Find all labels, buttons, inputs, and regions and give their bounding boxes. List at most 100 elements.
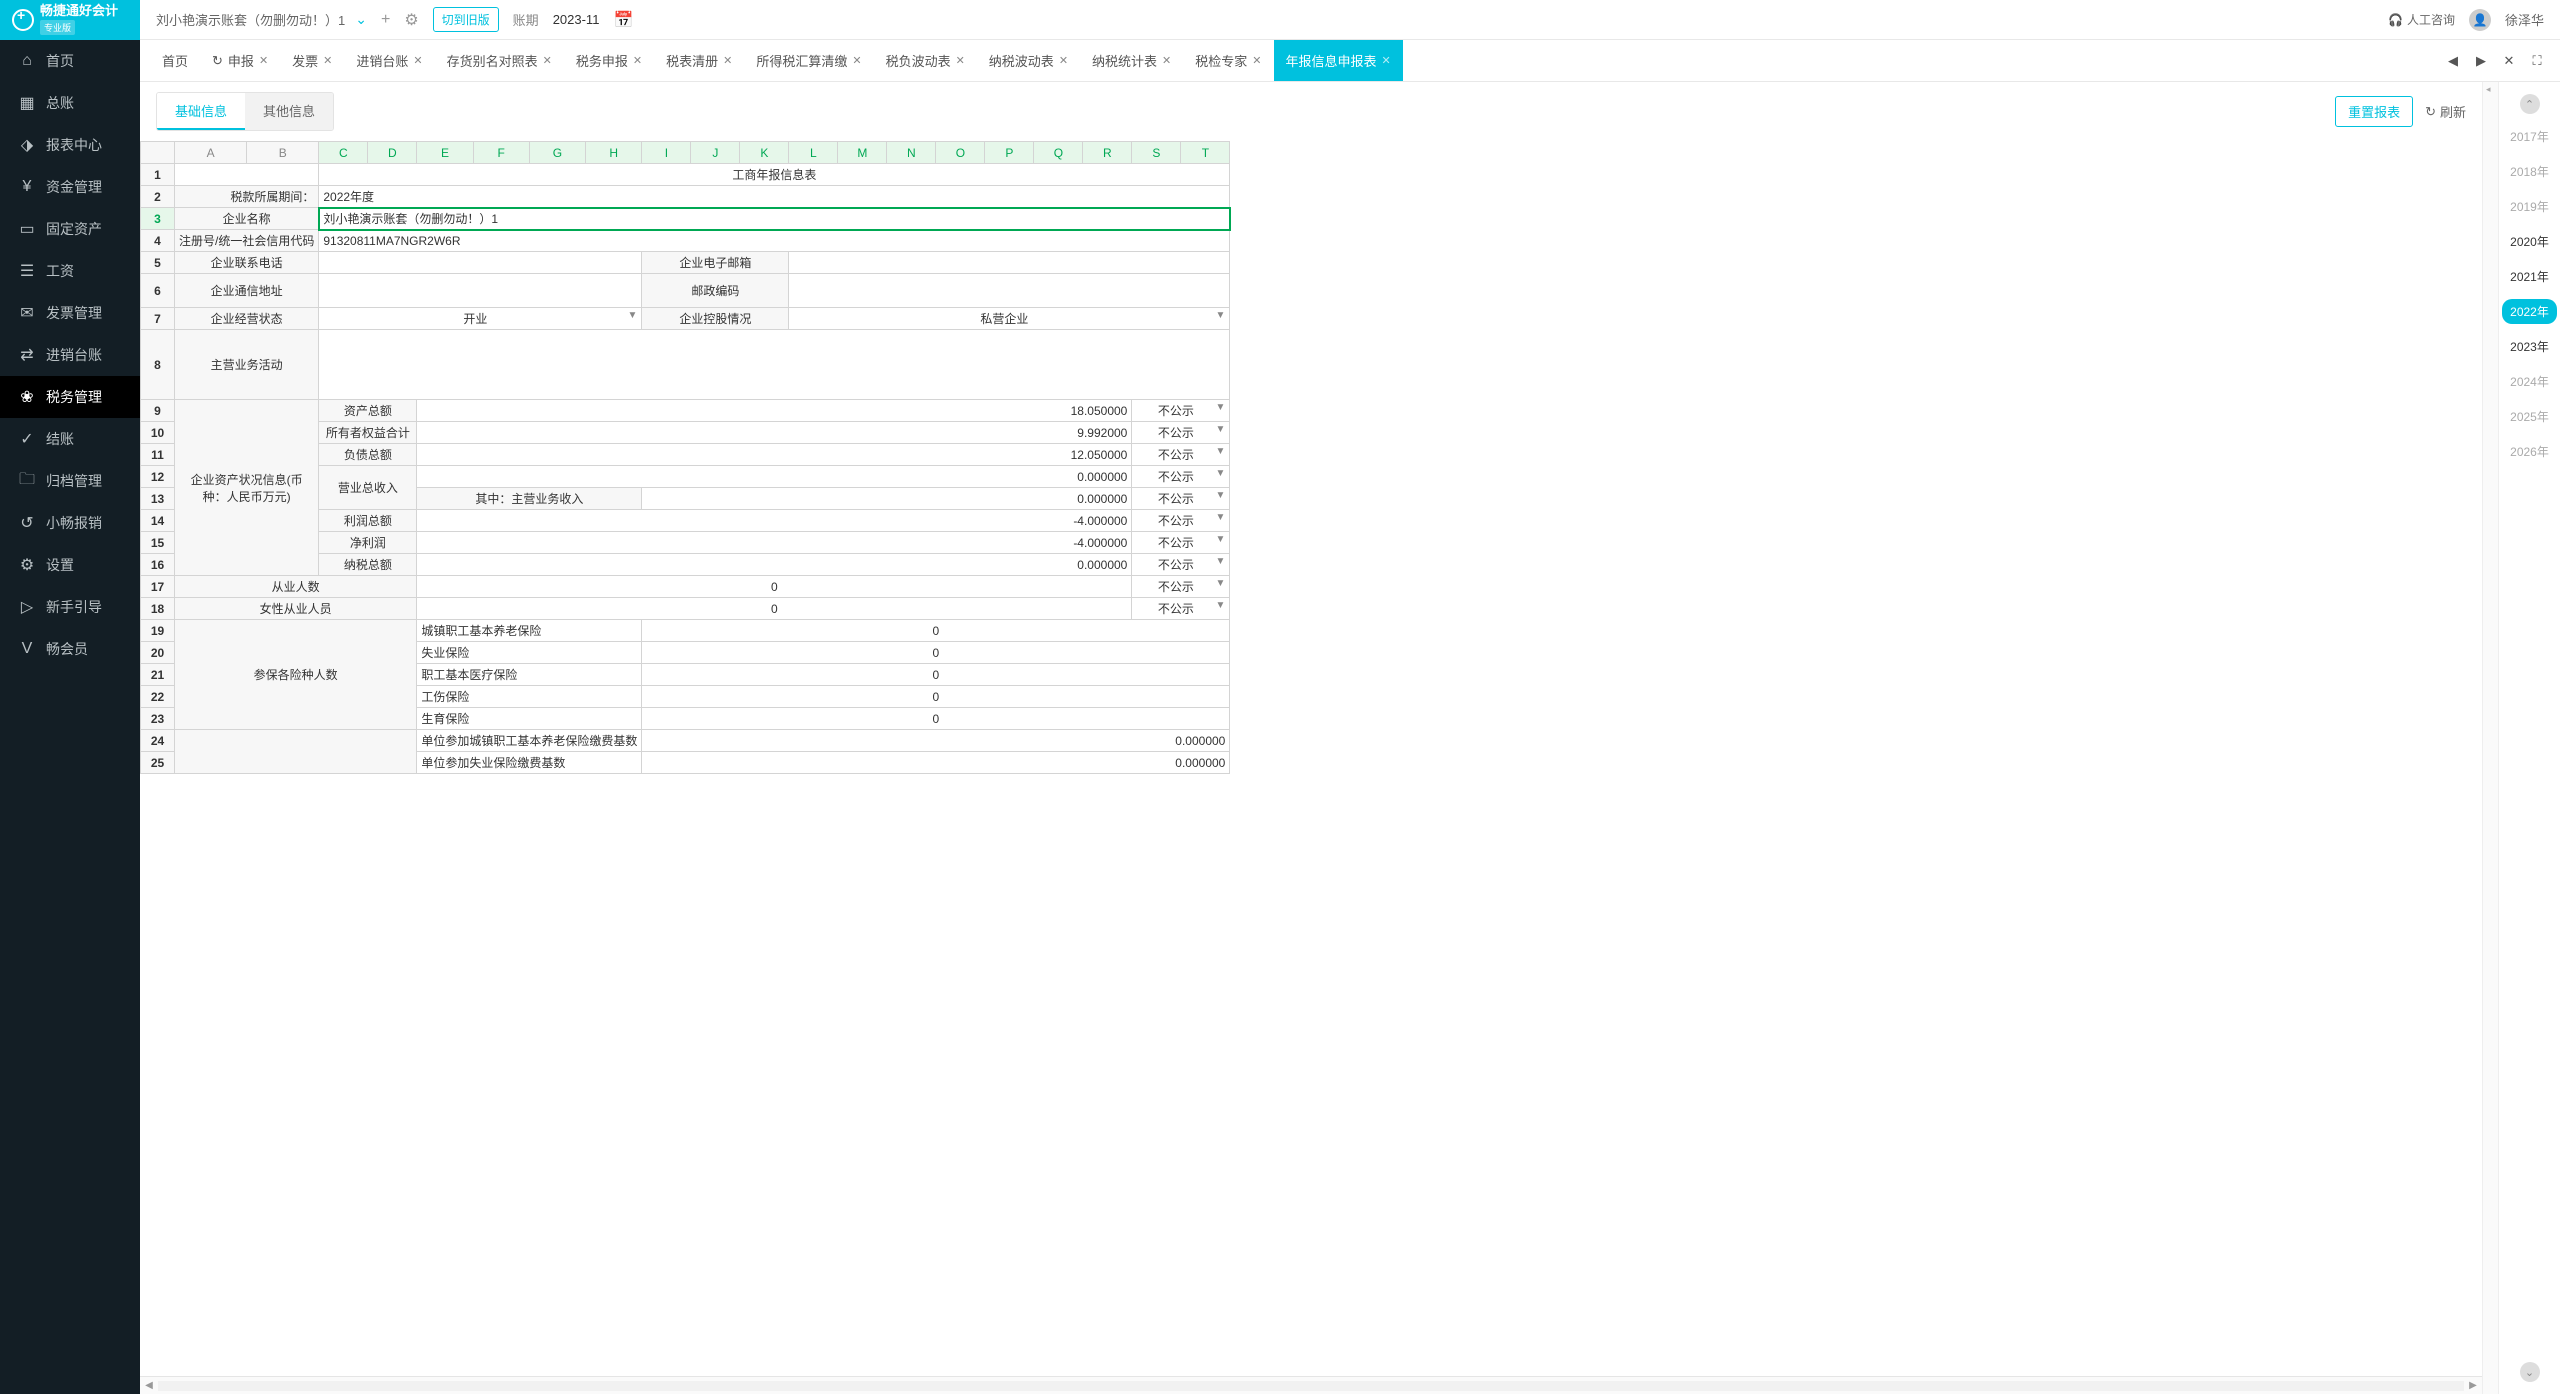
col-K[interactable]: K [740,142,789,164]
holding-select[interactable]: 私营企业▼ [789,308,1230,330]
tab-7[interactable]: 所得税汇算清缴✕ [744,40,873,81]
publish-select[interactable]: 不公示▼ [1132,422,1230,444]
horizontal-scrollbar[interactable]: ◀ ▶ [140,1376,2482,1394]
avatar[interactable]: 👤 [2469,9,2491,31]
col-A[interactable]: A [175,142,247,164]
col-L[interactable]: L [789,142,838,164]
nav-item-2[interactable]: ⬗报表中心 [0,124,140,166]
publish-select[interactable]: 不公示▼ [1132,466,1230,488]
tab-12[interactable]: 年报信息申报表✕ [1274,40,1403,81]
tab-11[interactable]: 税检专家✕ [1183,40,1273,81]
add-icon[interactable]: + [381,11,390,29]
nav-item-5[interactable]: ☰工资 [0,250,140,292]
close-icon[interactable]: ✕ [1382,54,1391,67]
col-B[interactable]: B [247,142,319,164]
company-name-cell[interactable]: 刘小艳演示账套（勿删勿动！）1 [319,208,1230,230]
calendar-icon[interactable]: 📅 [613,10,633,30]
col-O[interactable]: O [936,142,985,164]
nav-item-9[interactable]: ✓结账 [0,418,140,460]
close-icon[interactable]: ✕ [956,54,965,67]
tab-8[interactable]: 税负波动表✕ [874,40,977,81]
col-N[interactable]: N [887,142,936,164]
col-I[interactable]: I [642,142,691,164]
vertical-scroll-indicator[interactable] [2482,82,2498,1394]
year-2025年[interactable]: 2025年 [2502,404,2557,429]
col-S[interactable]: S [1132,142,1181,164]
col-D[interactable]: D [368,142,417,164]
consult-button[interactable]: 🎧 人工咨询 [2388,11,2455,28]
year-2021年[interactable]: 2021年 [2502,264,2557,289]
status-select[interactable]: 开业▼ [319,308,642,330]
nav-item-11[interactable]: ↺小畅报销 [0,502,140,544]
year-2022年[interactable]: 2022年 [2502,299,2557,324]
nav-item-10[interactable]: 🗀归档管理 [0,460,140,502]
nav-item-12[interactable]: ⚙设置 [0,544,140,586]
col-R[interactable]: R [1083,142,1132,164]
col-T[interactable]: T [1181,142,1230,164]
tab-4[interactable]: 存货别名对照表✕ [435,40,564,81]
close-icon[interactable]: ✕ [723,54,732,67]
tab-0[interactable]: 首页 [150,40,200,81]
tab-3[interactable]: 进销台账✕ [344,40,434,81]
nav-item-13[interactable]: ▷新手引导 [0,586,140,628]
close-icon[interactable]: ✕ [1252,54,1261,67]
gear-icon[interactable]: ⚙ [404,10,418,30]
year-2026年[interactable]: 2026年 [2502,439,2557,464]
old-version-button[interactable]: 切到旧版 [433,7,499,32]
year-2023年[interactable]: 2023年 [2502,334,2557,359]
publish-select[interactable]: 不公示▼ [1132,598,1230,620]
scroll-right-icon[interactable]: ▶ [2464,1380,2482,1391]
col-P[interactable]: P [985,142,1034,164]
col-J[interactable]: J [691,142,740,164]
publish-select[interactable]: 不公示▼ [1132,554,1230,576]
close-icon[interactable]: ✕ [633,54,642,67]
col-G[interactable]: G [529,142,585,164]
close-icon[interactable]: ✕ [1162,54,1171,67]
col-H[interactable]: H [586,142,642,164]
spreadsheet[interactable]: ABCDEFGHIJKLMNOPQRST1工商年报信息表2税款所属期间：2022… [140,141,2482,1376]
year-2020年[interactable]: 2020年 [2502,229,2557,254]
tab-6[interactable]: 税表清册✕ [654,40,744,81]
col-C[interactable]: C [319,142,368,164]
tab-2[interactable]: 发票✕ [280,40,344,81]
refresh-button[interactable]: ↻ 刷新 [2425,102,2466,121]
col-Q[interactable]: Q [1034,142,1083,164]
publish-select[interactable]: 不公示▼ [1132,532,1230,554]
year-down-icon[interactable]: ⌄ [2520,1362,2540,1382]
tab-prev-icon[interactable]: ◀ [2440,48,2466,74]
publish-select[interactable]: 不公示▼ [1132,488,1230,510]
publish-select[interactable]: 不公示▼ [1132,444,1230,466]
scroll-left-icon[interactable]: ◀ [140,1380,158,1391]
year-2024年[interactable]: 2024年 [2502,369,2557,394]
nav-item-0[interactable]: ⌂首页 [0,40,140,82]
publish-select[interactable]: 不公示▼ [1132,576,1230,598]
close-icon[interactable]: ✕ [413,54,422,67]
close-icon[interactable]: ✕ [1059,54,1068,67]
close-icon[interactable]: ✕ [852,54,861,67]
sub-tab-1[interactable]: 其他信息 [245,93,333,130]
sub-tab-0[interactable]: 基础信息 [157,93,245,130]
year-2019年[interactable]: 2019年 [2502,194,2557,219]
close-icon[interactable]: ✕ [259,54,268,67]
close-icon[interactable]: ✕ [323,54,332,67]
publish-select[interactable]: 不公示▼ [1132,510,1230,532]
nav-item-1[interactable]: ▦总账 [0,82,140,124]
fullscreen-icon[interactable]: ⛶ [2524,48,2550,74]
nav-item-8[interactable]: ❀税务管理 [0,376,140,418]
year-2017年[interactable]: 2017年 [2502,124,2557,149]
col-E[interactable]: E [417,142,473,164]
nav-item-7[interactable]: ⇄进销台账 [0,334,140,376]
reset-report-button[interactable]: 重置报表 [2335,96,2413,127]
publish-select[interactable]: 不公示▼ [1132,400,1230,422]
nav-item-6[interactable]: ✉发票管理 [0,292,140,334]
nav-item-4[interactable]: ▭固定资产 [0,208,140,250]
close-icon[interactable]: ✕ [543,54,552,67]
year-up-icon[interactable]: ⌃ [2520,94,2540,114]
col-M[interactable]: M [838,142,887,164]
tab-close-all-icon[interactable]: ✕ [2496,48,2522,74]
account-selector[interactable]: 刘小艳演示账套（勿删勿动！）1 ⌄ [156,10,367,29]
col-F[interactable]: F [473,142,529,164]
tab-9[interactable]: 纳税波动表✕ [977,40,1080,81]
nav-item-3[interactable]: ¥资金管理 [0,166,140,208]
tab-10[interactable]: 纳税统计表✕ [1080,40,1183,81]
